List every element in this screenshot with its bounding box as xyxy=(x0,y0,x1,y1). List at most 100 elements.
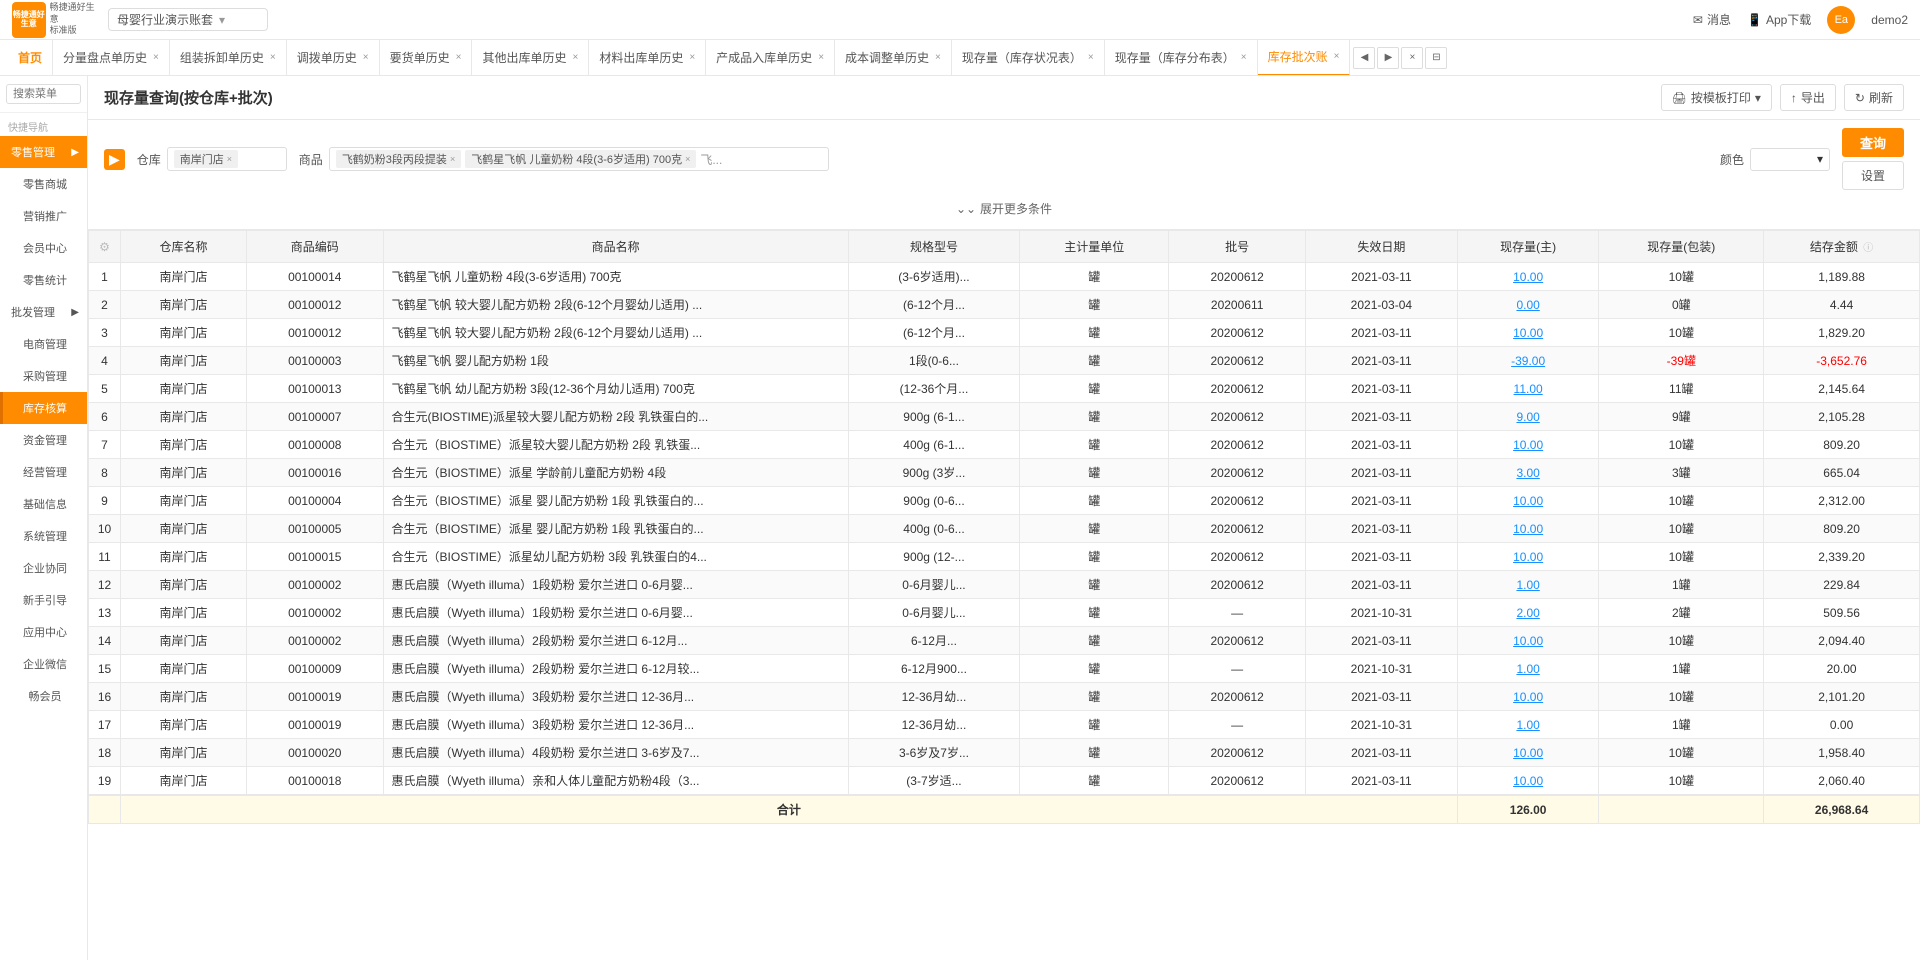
close-icon[interactable]: × xyxy=(818,52,824,63)
tab-chanchengruku[interactable]: 产成品入库单历史 × xyxy=(706,40,835,76)
tab-qitachuku[interactable]: 其他出库单历史 × xyxy=(472,40,589,76)
remove-product-tag-icon[interactable]: × xyxy=(450,154,455,164)
cell-qty-main[interactable]: 10.00 xyxy=(1457,319,1599,347)
tab-kucunpici[interactable]: 库存批次账 × xyxy=(1258,40,1351,76)
tab-fenliangpandian[interactable]: 分量盘点单历史 × xyxy=(53,40,170,76)
col-settings[interactable]: ⚙ xyxy=(89,231,121,263)
cell-code: 00100015 xyxy=(247,543,383,571)
tab-yaohuo[interactable]: 要货单历史 × xyxy=(380,40,473,76)
cell-qty-main[interactable]: 11.00 xyxy=(1457,375,1599,403)
remove-product-tag-icon[interactable]: × xyxy=(685,154,690,164)
cell-qty-main[interactable]: 10.00 xyxy=(1457,515,1599,543)
sidebar-item-inventory[interactable]: 库存核算 xyxy=(0,392,87,424)
message-button[interactable]: ✉ 消息 xyxy=(1693,11,1731,28)
cell-qty-main[interactable]: 10.00 xyxy=(1457,739,1599,767)
cell-qty-main[interactable]: 10.00 xyxy=(1457,431,1599,459)
close-icon[interactable]: × xyxy=(270,52,276,63)
close-icon[interactable]: × xyxy=(935,52,941,63)
sidebar-item-wholesale[interactable]: 批发管理 ▶ xyxy=(0,296,87,328)
cell-qty-main[interactable]: 2.00 xyxy=(1457,599,1599,627)
cell-qty-main[interactable]: 3.00 xyxy=(1457,459,1599,487)
close-icon[interactable]: × xyxy=(1241,52,1247,63)
close-icon[interactable]: × xyxy=(1334,51,1340,62)
color-selector[interactable]: ▾ xyxy=(1750,148,1830,171)
org-selector[interactable]: 母婴行业演示账套 ▾ xyxy=(108,8,268,31)
refresh-button[interactable]: ↻ 刷新 xyxy=(1844,84,1904,111)
sidebar-item-ecom[interactable]: 电商管理 xyxy=(0,328,87,360)
cell-expire: 2021-10-31 xyxy=(1305,655,1457,683)
search-input[interactable] xyxy=(6,84,81,104)
product-tag-group[interactable]: 飞鹤奶粉3段丙段提装 × 飞鹤星飞帆 儿童奶粉 4段(3-6岁适用) 700克 … xyxy=(329,147,829,171)
sidebar-item-corpwechat[interactable]: 企业微信 xyxy=(0,648,87,680)
print-button[interactable]: 🖨 按模板打印 ▾ xyxy=(1661,84,1772,111)
expand-more-button[interactable]: ⌄⌄ 展开更多条件 xyxy=(956,200,1052,217)
sidebar-item-finance[interactable]: 资金管理 xyxy=(0,424,87,456)
close-icon[interactable]: × xyxy=(363,52,369,63)
cell-code: 00100019 xyxy=(247,683,383,711)
avatar[interactable]: Ea xyxy=(1827,6,1855,34)
cell-name: 合生元(BIOSTIME)派星较大婴儿配方奶粉 2段 乳铁蛋白的... xyxy=(383,403,848,431)
cell-qty-main[interactable]: 1.00 xyxy=(1457,571,1599,599)
sidebar-item-collab[interactable]: 企业协同 xyxy=(0,552,87,584)
nav-prev-button[interactable]: ◀ xyxy=(1353,47,1375,69)
cell-unit: 罐 xyxy=(1020,711,1169,739)
cell-qty-main[interactable]: 10.00 xyxy=(1457,263,1599,291)
close-icon[interactable]: × xyxy=(153,52,159,63)
cell-no: 19 xyxy=(89,767,121,796)
cell-no: 18 xyxy=(89,739,121,767)
warehouse-tag-group[interactable]: 南岸门店 × xyxy=(167,147,287,171)
close-icon[interactable]: × xyxy=(689,52,695,63)
tab-zuzhuangchaijian[interactable]: 组装拆卸单历史 × xyxy=(170,40,287,76)
tab-home[interactable]: 首页 xyxy=(8,40,53,76)
nav-menu-button[interactable]: ⊟ xyxy=(1425,47,1447,69)
cell-batch: 20200612 xyxy=(1169,459,1305,487)
cell-qty-main[interactable]: 10.00 xyxy=(1457,543,1599,571)
cell-qty-main[interactable]: 1.00 xyxy=(1457,655,1599,683)
sidebar-item-retail-stats[interactable]: 零售统计 xyxy=(0,264,87,296)
close-icon[interactable]: × xyxy=(1088,52,1094,63)
filter-expand-icon[interactable]: ▶ xyxy=(104,149,125,170)
query-button[interactable]: 查询 xyxy=(1842,128,1904,157)
tab-cailiaochuku[interactable]: 材料出库单历史 × xyxy=(589,40,706,76)
sidebar-item-guide[interactable]: 新手引导 xyxy=(0,584,87,616)
cell-qty-main[interactable]: 0.00 xyxy=(1457,291,1599,319)
cell-qty-main[interactable]: 10.00 xyxy=(1457,627,1599,655)
tab-xiancunlkuzt[interactable]: 现存量（库存状况表）× xyxy=(952,40,1105,76)
cell-qty-main[interactable]: 10.00 xyxy=(1457,487,1599,515)
nav-close-button[interactable]: × xyxy=(1401,47,1423,69)
sidebar-item-appcenter[interactable]: 应用中心 xyxy=(0,616,87,648)
nav-next-button[interactable]: ▶ xyxy=(1377,47,1399,69)
cell-code: 00100016 xyxy=(247,459,383,487)
cell-qty-main[interactable]: 10.00 xyxy=(1457,767,1599,796)
tab-xiancunlkufbt[interactable]: 现存量（库存分布表）× xyxy=(1105,40,1258,76)
sidebar-item-retail-mgmt[interactable]: 零售管理 ▶ xyxy=(0,136,87,168)
settings-button[interactable]: 设置 xyxy=(1842,161,1904,190)
sidebar-item-member[interactable]: 会员中心 xyxy=(0,232,87,264)
sidebar-item-retail-shop[interactable]: 零售商城 xyxy=(0,168,87,200)
sidebar-item-marketing[interactable]: 营销推广 xyxy=(0,200,87,232)
sidebar-item-ops[interactable]: 经营管理 xyxy=(0,456,87,488)
table-row: 8 南岸门店 00100016 合生元（BIOSTIME）派星 学龄前儿童配方奶… xyxy=(89,459,1920,487)
cell-qty-main[interactable]: 10.00 xyxy=(1457,683,1599,711)
close-icon[interactable]: × xyxy=(572,52,578,63)
cell-unit: 罐 xyxy=(1020,459,1169,487)
info-icon[interactable]: ⓘ xyxy=(1863,243,1873,254)
remove-tag-icon[interactable]: × xyxy=(227,154,232,164)
cell-qty-main[interactable]: -39.00 xyxy=(1457,347,1599,375)
sidebar-item-purchase[interactable]: 采购管理 xyxy=(0,360,87,392)
sidebar-item-member2[interactable]: 畅会员 xyxy=(0,680,87,712)
close-icon[interactable]: × xyxy=(456,52,462,63)
product-label: 商品 xyxy=(299,151,323,168)
cell-unit: 罐 xyxy=(1020,571,1169,599)
export-button[interactable]: ↑ 导出 xyxy=(1780,84,1836,111)
cell-qty-main[interactable]: 1.00 xyxy=(1457,711,1599,739)
tab-diaobodanls[interactable]: 调拨单历史 × xyxy=(287,40,380,76)
cell-qty-main[interactable]: 9.00 xyxy=(1457,403,1599,431)
main-layout: 快捷导航 零售管理 ▶ 零售商城 营销推广 会员中心 零售统计 批发管理 ▶ 电… xyxy=(0,76,1920,960)
product-extra-label[interactable]: 飞... xyxy=(700,151,722,168)
tab-chengbenl[interactable]: 成本调整单历史 × xyxy=(835,40,952,76)
sidebar-item-base[interactable]: 基础信息 xyxy=(0,488,87,520)
cell-spec: 3-6岁及7岁... xyxy=(848,739,1019,767)
app-download-button[interactable]: 📱 App下载 xyxy=(1747,11,1811,28)
sidebar-item-system[interactable]: 系统管理 xyxy=(0,520,87,552)
